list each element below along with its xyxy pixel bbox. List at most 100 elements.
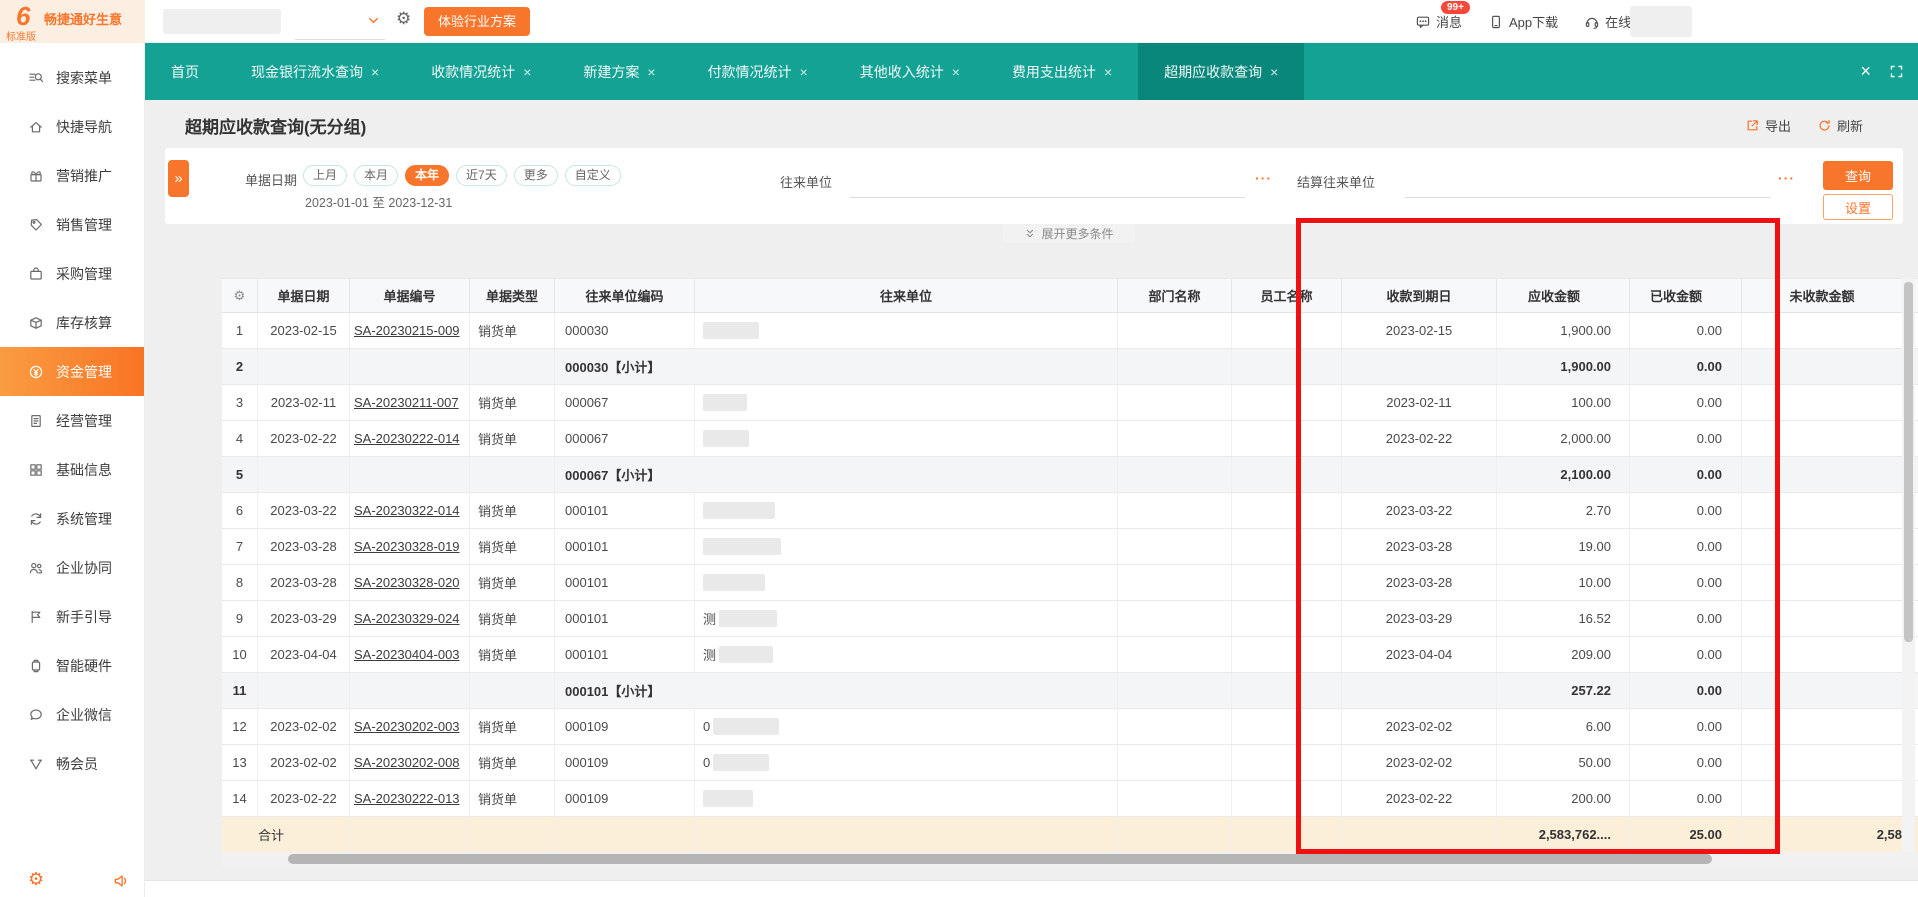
cell-doc-date: 2023-03-22: [258, 493, 350, 528]
settle-partner-picker-ellipsis-icon[interactable]: ···: [1778, 170, 1795, 186]
table-header-row: ⚙ 单据日期 单据编号 单据类型 往来单位编码 往来单位 部门名称 员工名称 收款到期日 应收金额…: [222, 279, 1918, 313]
tab-close-icon[interactable]: ×: [1270, 64, 1278, 80]
sidebar-item-系统管理[interactable]: 系统管理: [0, 494, 144, 543]
gear-icon[interactable]: ⚙: [396, 9, 411, 29]
doc-no-link[interactable]: SA-20230404-003: [354, 647, 460, 662]
trial-industry-button[interactable]: 体验行业方案: [424, 7, 531, 36]
sidebar-item-资金管理[interactable]: 资金管理: [0, 347, 144, 396]
column-header-部门名称[interactable]: 部门名称: [1118, 279, 1232, 312]
tab-付款情况统计[interactable]: 付款情况统计 ×: [682, 43, 834, 100]
tab-新建方案[interactable]: 新建方案 ×: [557, 43, 681, 100]
tab-close-icon[interactable]: ×: [371, 64, 379, 80]
date-range-value[interactable]: 2023-01-01 至 2023-12-31: [305, 192, 452, 211]
sidebar-item-畅会员[interactable]: 畅会员: [0, 739, 144, 788]
app-download-button[interactable]: App下载: [1488, 12, 1558, 31]
tab-首页[interactable]: 首页: [145, 43, 225, 100]
sidebar-collapse-icon[interactable]: [112, 872, 130, 890]
tab-close-icon[interactable]: ×: [647, 64, 655, 80]
tab-close-icon[interactable]: ×: [1104, 64, 1112, 80]
tab-其他收入统计[interactable]: 其他收入统计 ×: [834, 43, 986, 100]
cell-employee: [1232, 313, 1342, 348]
partner-name-prefix: 测: [703, 612, 717, 627]
date-pill-上月[interactable]: 上月: [303, 165, 348, 186]
doc-no-link[interactable]: SA-20230328-020: [354, 575, 460, 590]
column-header-已收金额[interactable]: 已收金额: [1630, 279, 1742, 312]
settings-button[interactable]: 设置: [1823, 194, 1893, 220]
date-pill-近7天[interactable]: 近7天: [456, 165, 507, 186]
settle-partner-input[interactable]: [1405, 172, 1770, 198]
table-row: 10 2023-04-04 SA-20230404-003 销货单 000101 测 202…: [222, 637, 1918, 673]
tab-close-icon[interactable]: ×: [952, 64, 960, 80]
sidebar-item-搜索菜单[interactable]: 搜索菜单: [0, 53, 144, 102]
expand-more-conditions[interactable]: 展开更多条件: [1003, 224, 1135, 243]
doc-no-link[interactable]: SA-20230215-009: [354, 323, 460, 338]
column-header-员工名称[interactable]: 员工名称: [1232, 279, 1342, 312]
sidebar-item-基础信息[interactable]: 基础信息: [0, 445, 144, 494]
doc-no-link[interactable]: SA-20230202-003: [354, 719, 460, 734]
cell-receivable: 10.00: [1497, 565, 1630, 600]
total-doc-type: [470, 817, 555, 852]
date-pill-本月[interactable]: 本月: [354, 165, 399, 186]
export-button[interactable]: 导出: [1745, 116, 1791, 135]
user-account-redacted[interactable]: [1630, 6, 1692, 37]
sidebar-item-企业协同[interactable]: 企业协同: [0, 543, 144, 592]
sidebar-item-营销推广[interactable]: 营销推广: [0, 151, 144, 200]
tab-现金银行流水查询[interactable]: 现金银行流水查询 ×: [225, 43, 405, 100]
doc-no-link[interactable]: SA-20230329-024: [354, 611, 460, 626]
cell-doc-type: 销货单: [470, 529, 555, 564]
messages-button[interactable]: 消息 99+: [1415, 1, 1470, 31]
company-name-redacted[interactable]: [163, 9, 281, 34]
tab-close-icon[interactable]: ×: [800, 64, 808, 80]
horizontal-scrollbar-thumb[interactable]: [288, 854, 1712, 864]
column-header-单据类型[interactable]: 单据类型: [470, 279, 555, 312]
doc-no-link[interactable]: SA-20230328-019: [354, 539, 460, 554]
tab-超期应收款查询[interactable]: 超期应收款查询 ×: [1138, 43, 1305, 100]
filter-expander-chevrons-icon[interactable]: »: [168, 160, 189, 197]
column-header-单据日期[interactable]: 单据日期: [258, 279, 350, 312]
sidebar-item-采购管理[interactable]: 采购管理: [0, 249, 144, 298]
sidebar-item-销售管理[interactable]: 销售管理: [0, 200, 144, 249]
close-all-tabs-icon[interactable]: ×: [1860, 61, 1871, 82]
sidebar-item-新手引导[interactable]: 新手引导: [0, 592, 144, 641]
doc-no-link[interactable]: SA-20230211-007: [354, 395, 459, 410]
sidebar-item-快捷导航[interactable]: 快捷导航: [0, 102, 144, 151]
query-button[interactable]: 查询: [1823, 161, 1893, 190]
doc-no-link[interactable]: SA-20230322-014: [354, 503, 460, 518]
doc-no-link[interactable]: SA-20230202-008: [354, 755, 460, 770]
partner-picker-ellipsis-icon[interactable]: ···: [1255, 170, 1272, 186]
column-header-单据编号[interactable]: 单据编号: [350, 279, 470, 312]
sidebar-item-库存核算[interactable]: 库存核算: [0, 298, 144, 347]
sidebar-settings-gear-icon[interactable]: ⚙: [28, 869, 44, 890]
table-row: 7 2023-03-28 SA-20230328-019 销货单 000101 2023-…: [222, 529, 1918, 565]
doc-no-link[interactable]: SA-20230222-013: [354, 791, 460, 806]
vertical-scrollbar-thumb[interactable]: [1904, 282, 1913, 642]
cell-doc-type: 销货单: [470, 709, 555, 744]
sidebar-item-智能硬件[interactable]: 智能硬件: [0, 641, 144, 690]
tab-费用支出统计[interactable]: 费用支出统计 ×: [986, 43, 1138, 100]
date-pill-自定义[interactable]: 自定义: [564, 165, 621, 186]
sidebar-item-label: 畅会员: [56, 755, 98, 772]
sidebar-item-经营管理[interactable]: 经营管理: [0, 396, 144, 445]
date-pill-本年[interactable]: 本年: [405, 165, 450, 186]
tab-close-icon[interactable]: ×: [523, 64, 531, 80]
column-header-未收款金额[interactable]: 未收款金额: [1742, 279, 1918, 312]
column-header-收款到期日[interactable]: 收款到期日: [1342, 279, 1497, 312]
sidebar-item-label: 系统管理: [56, 510, 112, 527]
fullscreen-icon[interactable]: [1889, 64, 1904, 79]
column-header-gear[interactable]: ⚙: [222, 279, 258, 312]
sidebar-item-企业微信[interactable]: 企业微信: [0, 690, 144, 739]
doc-no-link[interactable]: SA-20230222-014: [354, 431, 460, 446]
refresh-button[interactable]: 刷新: [1817, 116, 1863, 135]
topbar: 6 畅捷通好生意 标准版 ⚙ 体验行业方案 消息 99+ App下载 在线客服: [0, 0, 1918, 43]
date-pill-更多[interactable]: 更多: [513, 165, 558, 186]
brand-name: 畅捷通好生意: [44, 12, 123, 27]
column-header-应收金额[interactable]: 应收金额: [1497, 279, 1630, 312]
column-settings-gear-icon[interactable]: ⚙: [234, 288, 246, 304]
total-doc-no: [350, 817, 470, 852]
cell-doc-no: SA-20230404-003: [350, 637, 470, 672]
column-header-往来单位[interactable]: 往来单位: [695, 279, 1118, 312]
chevron-down-icon[interactable]: [366, 13, 381, 33]
tab-收款情况统计[interactable]: 收款情况统计 ×: [405, 43, 557, 100]
partner-input[interactable]: [850, 172, 1245, 198]
column-header-往来单位编码[interactable]: 往来单位编码: [555, 279, 695, 312]
